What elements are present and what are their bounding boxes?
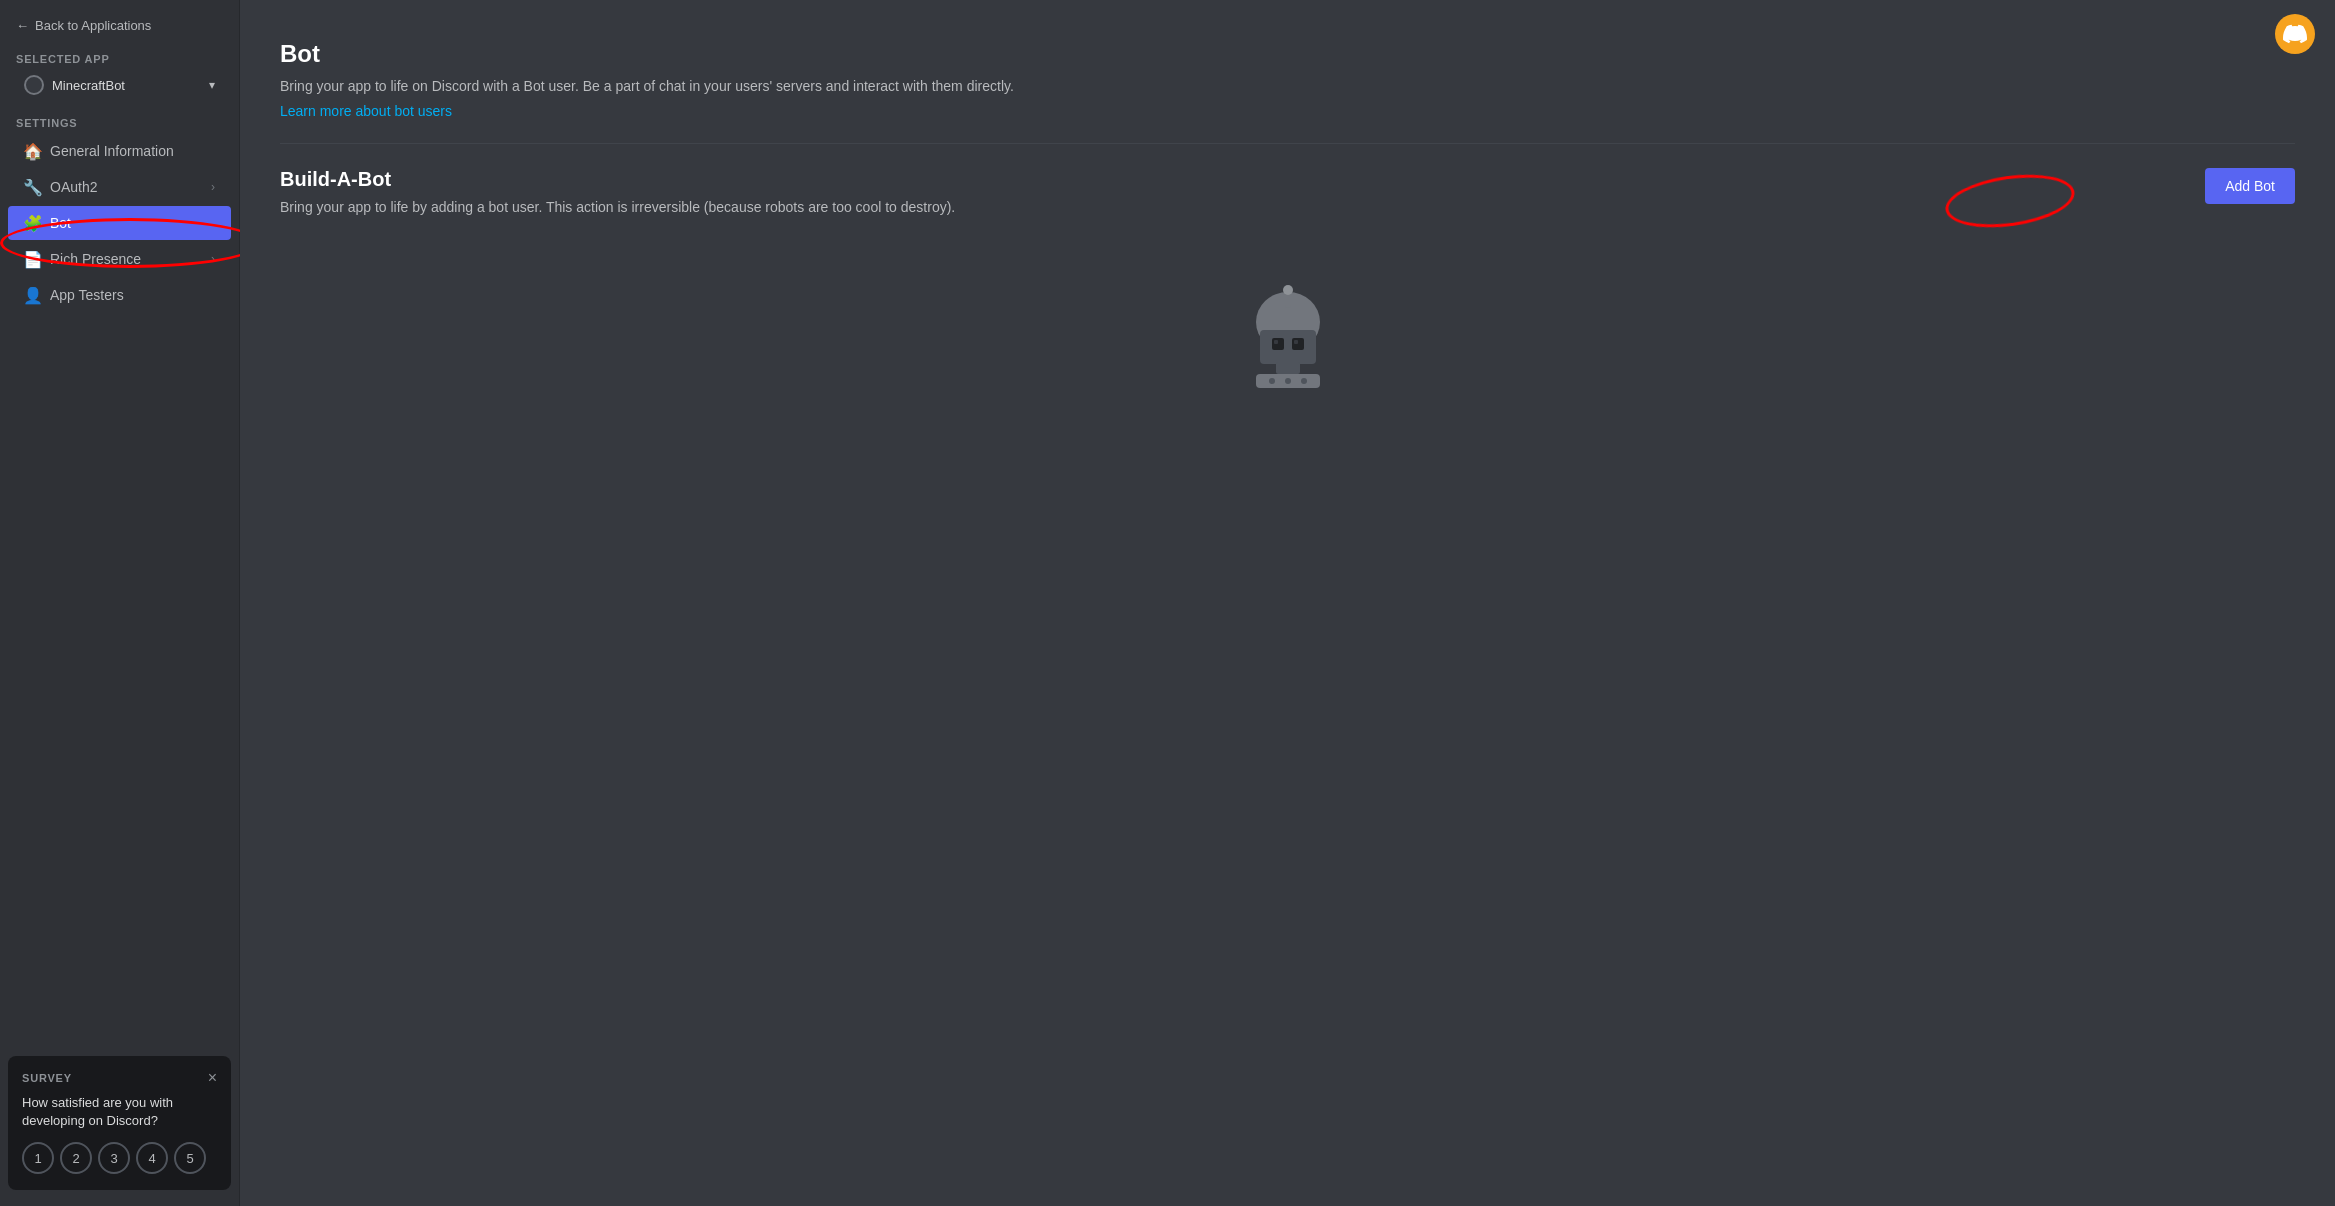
chevron-right-icon-2: ›	[211, 252, 215, 266]
selected-app-label: SELECTED APP	[0, 45, 239, 69]
page-title: Bot	[280, 40, 2295, 68]
learn-more-link[interactable]: Learn more about bot users	[280, 103, 452, 119]
survey-title: SURVEY	[22, 1072, 72, 1084]
svg-rect-3	[1292, 338, 1304, 350]
build-a-bot-title: Build-A-Bot	[280, 168, 2165, 191]
nav-bot[interactable]: 🧩 Bot	[8, 206, 231, 240]
wrench-icon: 🔧	[24, 178, 42, 196]
settings-label: SETTINGS	[0, 101, 239, 133]
page-description: Bring your app to life on Discord with a…	[280, 76, 2295, 97]
survey-option-1[interactable]: 1	[22, 1142, 54, 1174]
survey-option-2[interactable]: 2	[60, 1142, 92, 1174]
discord-avatar[interactable]	[2275, 14, 2315, 54]
svg-point-7	[1283, 285, 1293, 295]
survey-popup: SURVEY × How satisfied are you with deve…	[8, 1056, 231, 1190]
survey-header: SURVEY ×	[22, 1070, 217, 1086]
svg-rect-4	[1274, 340, 1278, 344]
survey-options: 1 2 3 4 5	[22, 1142, 217, 1174]
nav-label-oauth2: OAuth2	[50, 179, 203, 195]
arrow-left-icon: ←	[16, 18, 29, 33]
nav-general-information[interactable]: 🏠 General Information	[8, 134, 231, 168]
svg-point-10	[1269, 378, 1275, 384]
build-a-bot-left: Build-A-Bot Bring your app to life by ad…	[280, 168, 2165, 218]
nav-label-general-information: General Information	[50, 143, 215, 159]
person-icon: 👤	[24, 286, 42, 304]
survey-option-4[interactable]: 4	[136, 1142, 168, 1174]
document-icon: 📄	[24, 250, 42, 268]
svg-rect-2	[1272, 338, 1284, 350]
nav-label-rich-presence: Rich Presence	[50, 251, 203, 267]
build-a-bot-section: Build-A-Bot Bring your app to life by ad…	[280, 168, 2295, 218]
survey-question: How satisfied are you with developing on…	[22, 1094, 217, 1130]
top-bar	[2255, 0, 2335, 68]
chevron-down-icon: ▾	[209, 78, 215, 92]
nav-label-bot: Bot	[50, 215, 215, 231]
app-icon	[24, 75, 44, 95]
survey-option-3[interactable]: 3	[98, 1142, 130, 1174]
add-bot-button[interactable]: Add Bot	[2205, 168, 2295, 204]
back-to-applications-link[interactable]: ← Back to Applications	[0, 12, 239, 45]
bot-svg	[1228, 278, 1348, 398]
nav-rich-presence[interactable]: 📄 Rich Presence ›	[8, 242, 231, 276]
sidebar: ← Back to Applications SELECTED APP Mine…	[0, 0, 240, 1206]
chevron-right-icon: ›	[211, 180, 215, 194]
svg-rect-5	[1294, 340, 1298, 344]
app-selector[interactable]: MinecraftBot ▾	[8, 69, 231, 101]
svg-rect-1	[1260, 330, 1316, 364]
puzzle-icon: 🧩	[24, 214, 42, 232]
svg-rect-8	[1276, 362, 1300, 374]
main-content: Bot Bring your app to life on Discord wi…	[240, 0, 2335, 1206]
back-link-label: Back to Applications	[35, 18, 151, 33]
bot-illustration	[280, 278, 2295, 398]
nav-app-testers[interactable]: 👤 App Testers	[8, 278, 231, 312]
build-a-bot-description: Bring your app to life by adding a bot u…	[280, 197, 980, 218]
discord-icon	[2283, 22, 2307, 46]
survey-close-button[interactable]: ×	[208, 1070, 217, 1086]
section-divider	[280, 143, 2295, 144]
svg-point-12	[1301, 378, 1307, 384]
svg-point-11	[1285, 378, 1291, 384]
app-name: MinecraftBot	[52, 78, 201, 93]
nav-label-app-testers: App Testers	[50, 287, 215, 303]
home-icon: 🏠	[24, 142, 42, 160]
nav-oauth2[interactable]: 🔧 OAuth2 ›	[8, 170, 231, 204]
survey-option-5[interactable]: 5	[174, 1142, 206, 1174]
